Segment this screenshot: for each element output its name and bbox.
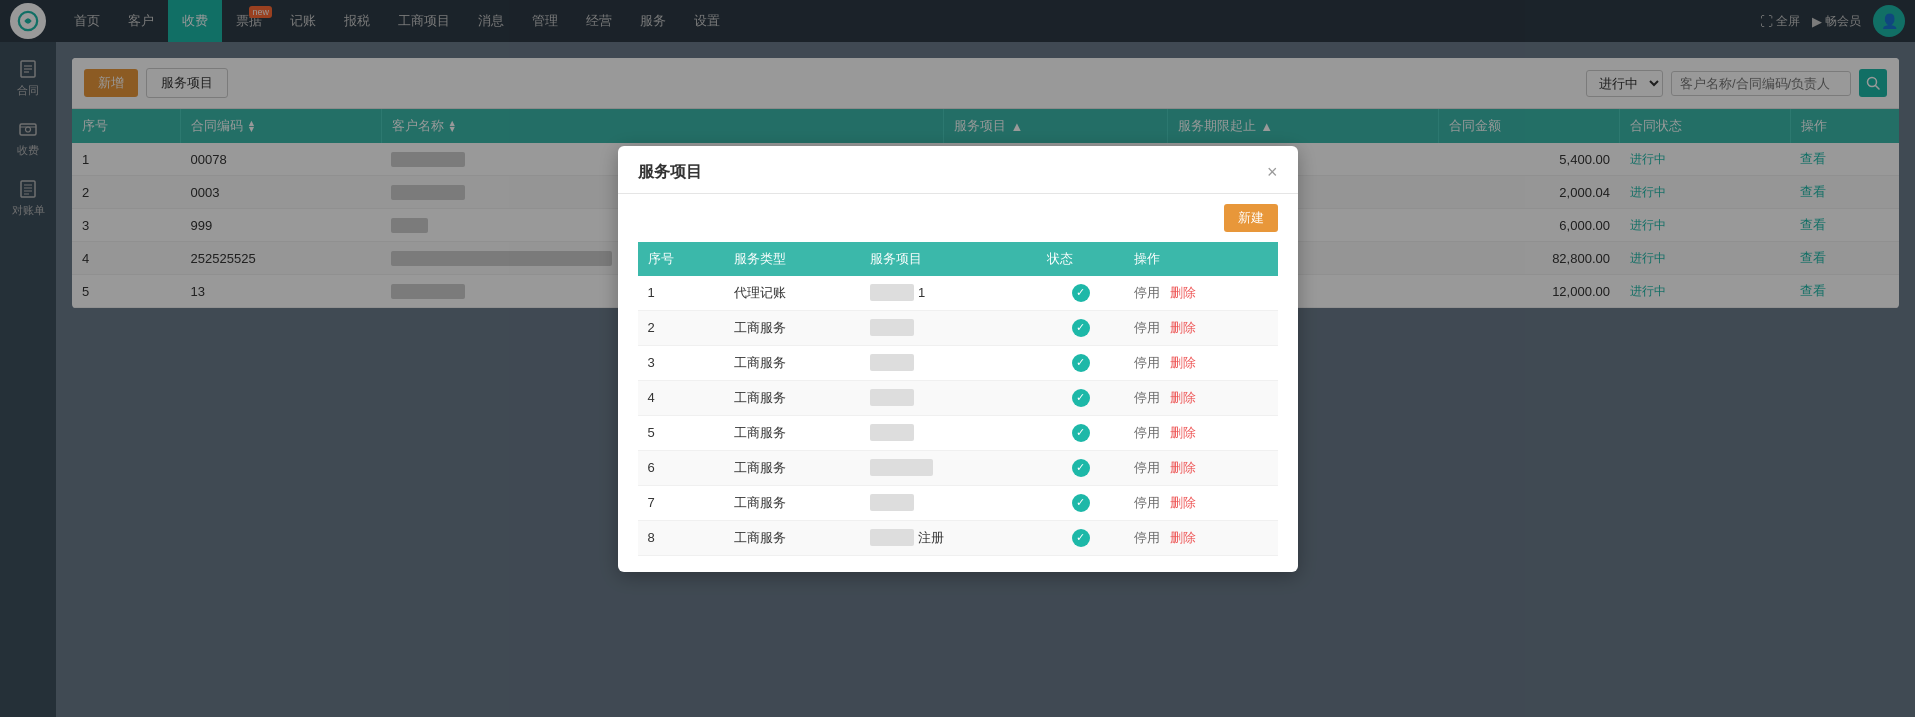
- modal-cell-type: 工商服务: [724, 345, 859, 380]
- modal-cell-item: ████ 注册: [860, 520, 1038, 555]
- modal-cell-status: ✓: [1037, 276, 1124, 311]
- modal-cell-action: 停用 删除: [1124, 415, 1278, 450]
- modal-cell-type: 工商服务: [724, 380, 859, 415]
- modal-cell-type: 工商服务: [724, 310, 859, 345]
- modal-col-action: 操作: [1124, 242, 1278, 276]
- delete-button[interactable]: 删除: [1170, 530, 1196, 545]
- main-layout: 合同 收费 对账单: [0, 42, 1915, 717]
- modal-table-row: 1 代理记账 ████ 1 ✓ 停用 删除: [638, 276, 1278, 311]
- modal-cell-seq: 5: [638, 415, 725, 450]
- modal-cell-seq: 3: [638, 345, 725, 380]
- modal-cell-status: ✓: [1037, 310, 1124, 345]
- modal-cell-seq: 8: [638, 520, 725, 555]
- modal-cell-item: ████: [860, 415, 1038, 450]
- modal-col-item: 服务项目: [860, 242, 1038, 276]
- main-content: 新增 服务项目 进行中 已结束 全部: [56, 42, 1915, 717]
- modal-toolbar: 新建: [618, 194, 1298, 242]
- modal-cell-seq: 4: [638, 380, 725, 415]
- modal-table-row: 3 工商服务 ████ ✓ 停用 删除: [638, 345, 1278, 380]
- modal-cell-status: ✓: [1037, 485, 1124, 520]
- modal-cell-type: 代理记账: [724, 276, 859, 311]
- modal-cell-action: 停用 删除: [1124, 450, 1278, 485]
- modal-cell-seq: 6: [638, 450, 725, 485]
- modal-cell-item: ████: [860, 310, 1038, 345]
- status-check-icon: ✓: [1072, 529, 1090, 547]
- modal-table-row: 8 工商服务 ████ 注册 ✓ 停用 删除: [638, 520, 1278, 555]
- service-item-modal: 服务项目 × 新建 序号 服务类型 服务项目 状态: [618, 146, 1298, 572]
- delete-button[interactable]: 删除: [1170, 285, 1196, 300]
- modal-cell-status: ✓: [1037, 345, 1124, 380]
- modal-new-button[interactable]: 新建: [1224, 204, 1278, 232]
- modal-header: 服务项目 ×: [618, 146, 1298, 194]
- status-check-icon: ✓: [1072, 494, 1090, 512]
- stop-button[interactable]: 停用: [1134, 285, 1160, 300]
- modal-col-seq: 序号: [638, 242, 725, 276]
- status-check-icon: ✓: [1072, 354, 1090, 372]
- modal-cell-type: 工商服务: [724, 415, 859, 450]
- status-check-icon: ✓: [1072, 389, 1090, 407]
- modal-cell-action: 停用 删除: [1124, 380, 1278, 415]
- modal-cell-action: 停用 删除: [1124, 520, 1278, 555]
- modal-cell-status: ✓: [1037, 415, 1124, 450]
- service-item-table: 序号 服务类型 服务项目 状态 操作 1 代理记账 ████ 1 ✓ 停用: [638, 242, 1278, 556]
- delete-button[interactable]: 删除: [1170, 320, 1196, 335]
- modal-title: 服务项目: [638, 162, 702, 183]
- modal-cell-seq: 7: [638, 485, 725, 520]
- modal-cell-item: ████: [860, 345, 1038, 380]
- modal-body: 序号 服务类型 服务项目 状态 操作 1 代理记账 ████ 1 ✓ 停用: [618, 242, 1298, 572]
- modal-col-status: 状态: [1037, 242, 1124, 276]
- modal-cell-action: 停用 删除: [1124, 276, 1278, 311]
- stop-button[interactable]: 停用: [1134, 460, 1160, 475]
- delete-button[interactable]: 删除: [1170, 495, 1196, 510]
- modal-cell-status: ✓: [1037, 520, 1124, 555]
- modal-cell-type: 工商服务: [724, 450, 859, 485]
- modal-cell-item: ██████: [860, 450, 1038, 485]
- stop-button[interactable]: 停用: [1134, 355, 1160, 370]
- status-check-icon: ✓: [1072, 459, 1090, 477]
- modal-cell-item: ████: [860, 485, 1038, 520]
- status-check-icon: ✓: [1072, 319, 1090, 337]
- delete-button[interactable]: 删除: [1170, 355, 1196, 370]
- status-check-icon: ✓: [1072, 424, 1090, 442]
- modal-cell-status: ✓: [1037, 380, 1124, 415]
- status-check-icon: ✓: [1072, 284, 1090, 302]
- modal-col-type: 服务类型: [724, 242, 859, 276]
- modal-table-row: 7 工商服务 ████ ✓ 停用 删除: [638, 485, 1278, 520]
- delete-button[interactable]: 删除: [1170, 460, 1196, 475]
- modal-table-row: 5 工商服务 ████ ✓ 停用 删除: [638, 415, 1278, 450]
- modal-cell-action: 停用 删除: [1124, 310, 1278, 345]
- delete-button[interactable]: 删除: [1170, 425, 1196, 440]
- modal-table-row: 6 工商服务 ██████ ✓ 停用 删除: [638, 450, 1278, 485]
- stop-button[interactable]: 停用: [1134, 320, 1160, 335]
- modal-cell-seq: 1: [638, 276, 725, 311]
- modal-overlay[interactable]: 服务项目 × 新建 序号 服务类型 服务项目 状态: [56, 42, 1915, 717]
- modal-cell-action: 停用 删除: [1124, 485, 1278, 520]
- stop-button[interactable]: 停用: [1134, 530, 1160, 545]
- modal-table-row: 2 工商服务 ████ ✓ 停用 删除: [638, 310, 1278, 345]
- modal-cell-type: 工商服务: [724, 520, 859, 555]
- modal-cell-item: ████: [860, 380, 1038, 415]
- modal-cell-status: ✓: [1037, 450, 1124, 485]
- modal-cell-type: 工商服务: [724, 485, 859, 520]
- modal-cell-action: 停用 删除: [1124, 345, 1278, 380]
- modal-table-row: 4 工商服务 ████ ✓ 停用 删除: [638, 380, 1278, 415]
- delete-button[interactable]: 删除: [1170, 390, 1196, 405]
- modal-cell-seq: 2: [638, 310, 725, 345]
- stop-button[interactable]: 停用: [1134, 495, 1160, 510]
- modal-cell-item: ████ 1: [860, 276, 1038, 311]
- stop-button[interactable]: 停用: [1134, 425, 1160, 440]
- stop-button[interactable]: 停用: [1134, 390, 1160, 405]
- modal-close-button[interactable]: ×: [1267, 163, 1278, 181]
